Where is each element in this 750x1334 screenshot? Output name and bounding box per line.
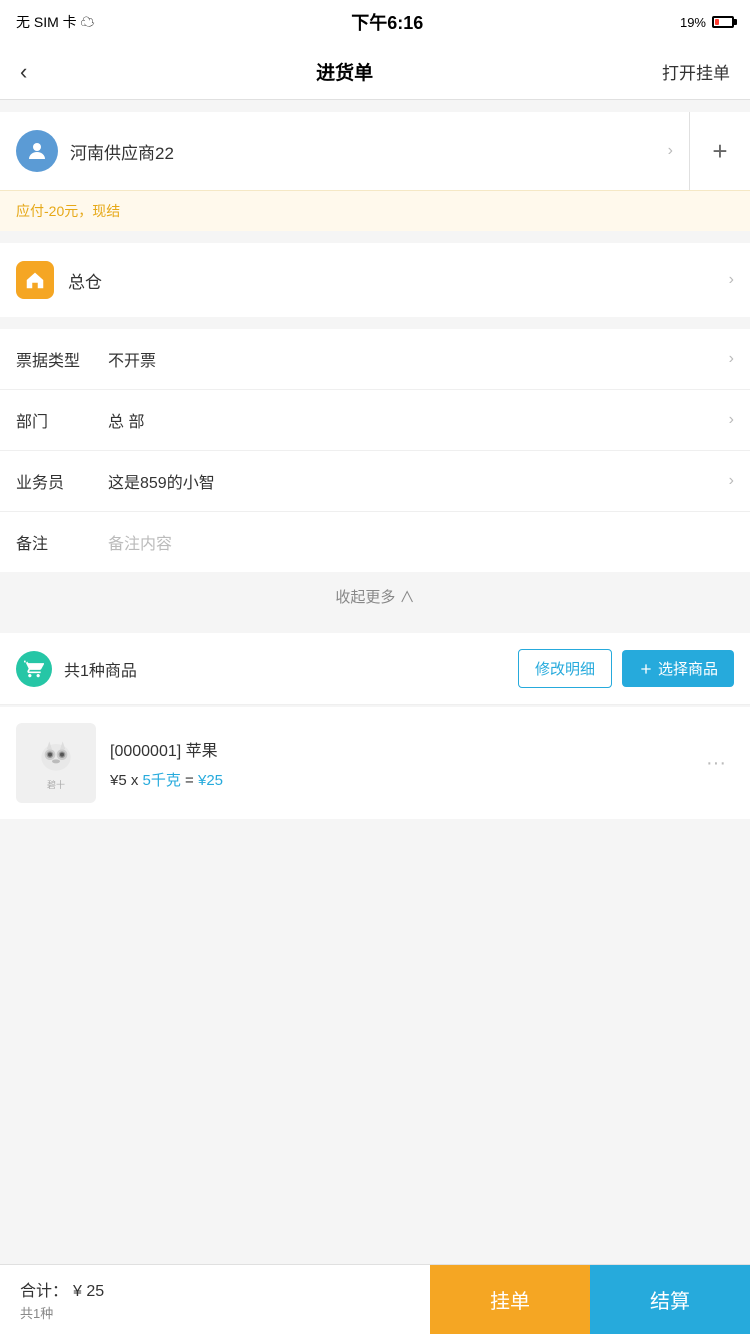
- product-menu-button[interactable]: ···: [698, 748, 734, 779]
- product-title: 苹果: [186, 743, 218, 760]
- bottom-bar: 合计： ¥ 25 共1种 挂单 结算: [0, 1264, 750, 1334]
- warehouse-selector[interactable]: 总仓 ›: [0, 243, 750, 317]
- remark-input[interactable]: 备注内容: [108, 530, 734, 554]
- product-name: [0000001] 苹果: [110, 737, 698, 761]
- supplier-section: 河南供应商22 › +: [0, 112, 750, 190]
- invoice-type-chevron-icon: ›: [729, 350, 734, 368]
- line-total: ¥25: [198, 772, 223, 789]
- price-equals: =: [185, 772, 198, 789]
- main-content: 河南供应商22 › + 应付-20元，现结 总仓 › 票据类型 不开票 › 部门…: [0, 100, 750, 899]
- total-amount: 合计： ¥ 25: [20, 1277, 410, 1301]
- gap-3: [0, 317, 750, 329]
- select-product-label: 选择商品: [658, 658, 718, 679]
- edit-detail-button[interactable]: 修改明细: [518, 649, 612, 688]
- gap-2: [0, 231, 750, 243]
- battery-fill: [715, 19, 719, 25]
- quantity: 5千克: [143, 772, 181, 789]
- salesperson-chevron-icon: ›: [729, 472, 734, 490]
- page-title: 进货单: [316, 58, 373, 85]
- battery-percent: 19%: [680, 15, 706, 30]
- home-icon: [24, 269, 46, 291]
- gap-1: [0, 100, 750, 112]
- salesperson-label: 业务员: [16, 469, 96, 493]
- back-button[interactable]: ‹: [20, 59, 27, 85]
- product-thumbnail: 碧十: [16, 723, 96, 803]
- owl-label: 碧十: [47, 778, 65, 791]
- product-thumb-inner: 碧十: [36, 736, 76, 791]
- department-value: 总 部: [108, 408, 721, 432]
- remark-label: 备注: [16, 530, 96, 554]
- total-label: 合计：: [20, 1283, 68, 1300]
- gap-4: [0, 621, 750, 633]
- invoice-type-label: 票据类型: [16, 347, 96, 371]
- salesperson-value: 这是859的小智: [108, 469, 721, 493]
- unit-price: ¥5: [110, 772, 127, 789]
- total-section: 合计： ¥ 25 共1种: [0, 1265, 430, 1334]
- add-supplier-button[interactable]: +: [690, 112, 750, 190]
- products-header: 共1种商品 修改明细 选择商品: [0, 633, 750, 704]
- department-row[interactable]: 部门 总 部 ›: [0, 390, 750, 451]
- status-battery-area: 19%: [680, 15, 734, 30]
- warehouse-chevron-icon: ›: [729, 271, 734, 289]
- remark-row[interactable]: 备注 备注内容: [0, 512, 750, 572]
- product-price: ¥5 x 5千克 = ¥25: [110, 769, 698, 790]
- thin-gap: [0, 704, 750, 705]
- nav-bar: ‹ 进货单 打开挂单: [0, 44, 750, 100]
- supplier-chevron-icon: ›: [668, 142, 673, 160]
- total-value: ¥ 25: [73, 1283, 104, 1300]
- warehouse-icon: [16, 261, 54, 299]
- form-section: 票据类型 不开票 › 部门 总 部 › 业务员 这是859的小智 › 备注 备注…: [0, 329, 750, 572]
- status-time: 下午6:16: [351, 9, 423, 35]
- settle-button[interactable]: 结算: [590, 1265, 750, 1334]
- invoice-type-row[interactable]: 票据类型 不开票 ›: [0, 329, 750, 390]
- status-signal: 无 SIM 卡 ☁: [16, 12, 95, 32]
- battery-icon: [712, 16, 734, 28]
- pending-button[interactable]: 挂单: [430, 1265, 590, 1334]
- supplier-selector[interactable]: 河南供应商22 ›: [0, 112, 690, 190]
- salesperson-row[interactable]: 业务员 这是859的小智 ›: [0, 451, 750, 512]
- select-product-button[interactable]: 选择商品: [622, 650, 734, 687]
- person-icon: [25, 139, 49, 163]
- department-label: 部门: [16, 408, 96, 432]
- products-count: 共1种商品: [64, 657, 518, 681]
- products-icon: [16, 651, 52, 687]
- supplier-avatar: [16, 130, 58, 172]
- select-cart-icon: [638, 661, 654, 677]
- price-multiply: x: [131, 772, 143, 789]
- invoice-type-value: 不开票: [108, 347, 721, 371]
- product-code: [0000001]: [110, 743, 181, 760]
- department-chevron-icon: ›: [729, 411, 734, 429]
- product-info: [0000001] 苹果 ¥5 x 5千克 = ¥25: [110, 737, 698, 790]
- owl-logo-icon: [36, 736, 76, 776]
- open-pending-button[interactable]: 打开挂单: [662, 59, 730, 84]
- cart-icon: [24, 659, 44, 679]
- debt-notice: 应付-20元，现结: [0, 190, 750, 231]
- total-count: 共1种: [20, 1303, 410, 1322]
- status-bar: 无 SIM 卡 ☁ 下午6:16 19%: [0, 0, 750, 44]
- bottom-spacer: [0, 819, 750, 899]
- product-item: 碧十 [0000001] 苹果 ¥5 x 5千克 = ¥25 ···: [0, 707, 750, 819]
- collapse-button[interactable]: 收起更多 ∧: [0, 572, 750, 621]
- supplier-name: 河南供应商22: [70, 139, 660, 164]
- warehouse-name: 总仓: [68, 268, 721, 293]
